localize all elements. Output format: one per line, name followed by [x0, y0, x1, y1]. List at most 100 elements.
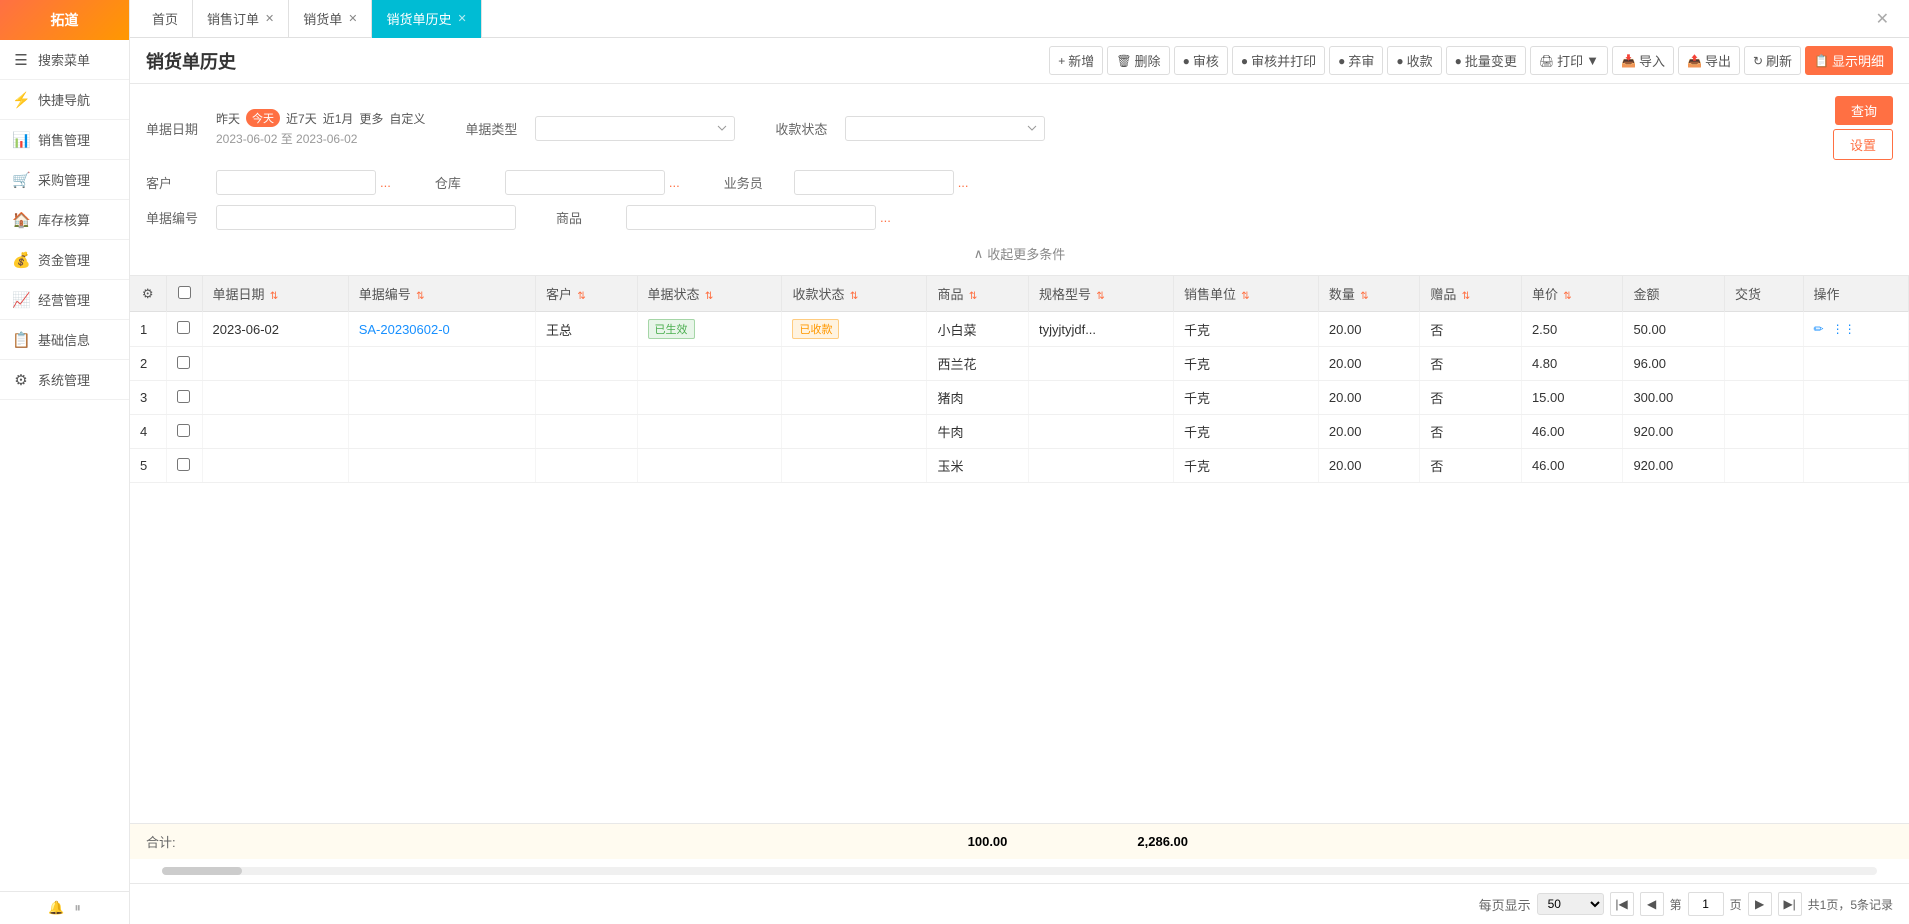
filter-group-salesperson: 业务员 ... [724, 170, 973, 195]
th-doc-no-label: 单据编号 [359, 287, 411, 302]
collapse-icon: ∧ [974, 246, 984, 262]
prev-page-button[interactable]: ◀ [1640, 892, 1664, 916]
audit-print-button[interactable]: ● 审核并打印 [1232, 46, 1325, 75]
next-page-button[interactable]: ▶ [1748, 892, 1772, 916]
th-pay-status[interactable]: 收款状态 ⇅ [782, 276, 927, 312]
cell-customer [536, 449, 638, 483]
warehouse-ellipsis-btn[interactable]: ... [665, 175, 684, 190]
new-button[interactable]: + 新增 [1049, 46, 1103, 75]
cell-checkbox[interactable] [166, 347, 202, 381]
row-checkbox[interactable] [177, 356, 190, 369]
th-doc-status[interactable]: 单据状态 ⇅ [637, 276, 782, 312]
th-doc-no[interactable]: 单据编号 ⇅ [348, 276, 535, 312]
collect-button[interactable]: ● 收款 [1387, 46, 1441, 75]
salesperson-ellipsis-btn[interactable]: ... [954, 175, 973, 190]
page-size-select[interactable]: 20 50 100 200 [1537, 893, 1604, 915]
shortcut-7days[interactable]: 近7天 [286, 110, 317, 127]
tab-sales-order[interactable]: 销售订单 ✕ [193, 0, 289, 38]
show-detail-button[interactable]: 📋 显示明细 [1805, 46, 1893, 75]
shortcut-today[interactable]: 今天 [246, 109, 280, 127]
goods-ellipsis-btn[interactable]: ... [876, 210, 895, 225]
sidebar-item-operations[interactable]: 📈 经营管理 [0, 280, 129, 320]
query-button[interactable]: 查询 [1835, 96, 1893, 125]
cell-checkbox[interactable] [166, 312, 202, 347]
collapse-filter-btn[interactable]: ∧ 收起更多条件 [966, 240, 1074, 267]
page-label-2: 页 [1730, 896, 1742, 913]
cell-checkbox[interactable] [166, 381, 202, 415]
scrollbar-thumb[interactable] [162, 867, 242, 875]
customer-input[interactable] [216, 170, 376, 195]
row-checkbox[interactable] [177, 458, 190, 471]
notification-icon[interactable]: 🔔 [48, 900, 64, 916]
pay-status-select[interactable] [845, 116, 1045, 141]
select-all-checkbox[interactable] [178, 286, 191, 299]
sidebar-item-search-menu[interactable]: ☰ 搜索菜单 [0, 40, 129, 80]
tab-sales-history[interactable]: 销货单历史 ✕ [372, 0, 481, 38]
abandon-button[interactable]: ● 弃审 [1329, 46, 1383, 75]
sidebar-item-quick-nav[interactable]: ⚡ 快捷导航 [0, 80, 129, 120]
window-close-button[interactable]: ✕ [1864, 9, 1901, 29]
pause-icon[interactable]: ⏸ [74, 900, 81, 916]
sidebar-item-finance[interactable]: 💰 资金管理 [0, 240, 129, 280]
audit-button[interactable]: ● 审核 [1174, 46, 1228, 75]
tab-sales-history-close[interactable]: ✕ [458, 12, 467, 25]
page-number-input[interactable]: 1 [1688, 892, 1724, 916]
th-qty[interactable]: 数量 ⇅ [1318, 276, 1420, 312]
sidebar-item-purchase-mgmt[interactable]: 🛒 采购管理 [0, 160, 129, 200]
th-settings[interactable]: ⚙ [130, 276, 166, 312]
print-button[interactable]: 🖨 打印 ▼ [1530, 46, 1608, 75]
horizontal-scrollbar[interactable] [130, 859, 1909, 883]
th-customer[interactable]: 客户 ⇅ [536, 276, 638, 312]
sidebar-item-sys-mgmt[interactable]: ⚙ 系统管理 [0, 360, 129, 400]
customer-ellipsis-btn[interactable]: ... [376, 175, 395, 190]
cell-amount: 920.00 [1623, 449, 1725, 483]
cell-customer [536, 347, 638, 381]
set-button[interactable]: 设置 [1833, 129, 1893, 160]
shortcut-yesterday[interactable]: 昨天 [216, 110, 240, 127]
th-price[interactable]: 单价 ⇅ [1521, 276, 1623, 312]
shortcut-more[interactable]: 更多 [359, 110, 383, 127]
row-checkbox[interactable] [177, 424, 190, 437]
th-goods[interactable]: 商品 ⇅ [927, 276, 1029, 312]
goods-input[interactable] [626, 205, 876, 230]
tab-home[interactable]: 首页 [138, 0, 193, 38]
refresh-button[interactable]: ↻ 刷新 [1744, 46, 1801, 75]
row-checkbox[interactable] [177, 390, 190, 403]
tab-sales-order-close[interactable]: ✕ [265, 12, 274, 25]
settings-icon[interactable]: ⚙ [142, 286, 154, 301]
tab-sales-goods-close[interactable]: ✕ [348, 12, 357, 25]
th-unit[interactable]: 销售单位 ⇅ [1173, 276, 1318, 312]
more-action[interactable]: ⋮⋮ [1832, 322, 1856, 336]
cell-checkbox[interactable] [166, 449, 202, 483]
warehouse-input[interactable] [505, 170, 665, 195]
sidebar-item-sales-mgmt[interactable]: 📊 销售管理 [0, 120, 129, 160]
shortcut-1month[interactable]: 近1月 [323, 110, 354, 127]
cell-spec: tyjyjtyjdf... [1028, 312, 1173, 347]
tab-sales-goods[interactable]: 销货单 ✕ [289, 0, 372, 38]
sidebar-item-basic-info[interactable]: 📋 基础信息 [0, 320, 129, 360]
price-sort-icon: ⇅ [1563, 291, 1571, 302]
cell-checkbox[interactable] [166, 415, 202, 449]
batch-change-button[interactable]: ● 批量变更 [1446, 46, 1526, 75]
doc-type-select[interactable] [535, 116, 735, 141]
shortcut-custom[interactable]: 自定义 [389, 110, 425, 127]
delete-button[interactable]: 🗑 删除 [1107, 46, 1169, 75]
doc-no-input[interactable] [216, 205, 516, 230]
th-doc-date[interactable]: 单据日期 ⇅ [202, 276, 348, 312]
row-checkbox[interactable] [177, 321, 190, 334]
edit-action[interactable]: ✏ [1814, 322, 1824, 336]
import-button[interactable]: 📥 导入 [1612, 46, 1674, 75]
th-doc-date-label: 单据日期 [213, 287, 265, 302]
salesperson-input[interactable] [794, 170, 954, 195]
inventory-icon: 🏠 [12, 211, 30, 229]
pay-status-label: 收款状态 [775, 119, 845, 138]
last-page-button[interactable]: ▶| [1778, 892, 1802, 916]
sidebar-item-inventory[interactable]: 🏠 库存核算 [0, 200, 129, 240]
doc-no-link[interactable]: SA-20230602-0 [359, 322, 450, 337]
th-spec[interactable]: 规格型号 ⇅ [1028, 276, 1173, 312]
th-checkbox[interactable] [166, 276, 202, 312]
first-page-button[interactable]: |◀ [1610, 892, 1634, 916]
th-gift[interactable]: 赠品 ⇅ [1420, 276, 1522, 312]
filter-group-warehouse: 仓库 ... [435, 170, 684, 195]
export-button[interactable]: 📤 导出 [1678, 46, 1740, 75]
